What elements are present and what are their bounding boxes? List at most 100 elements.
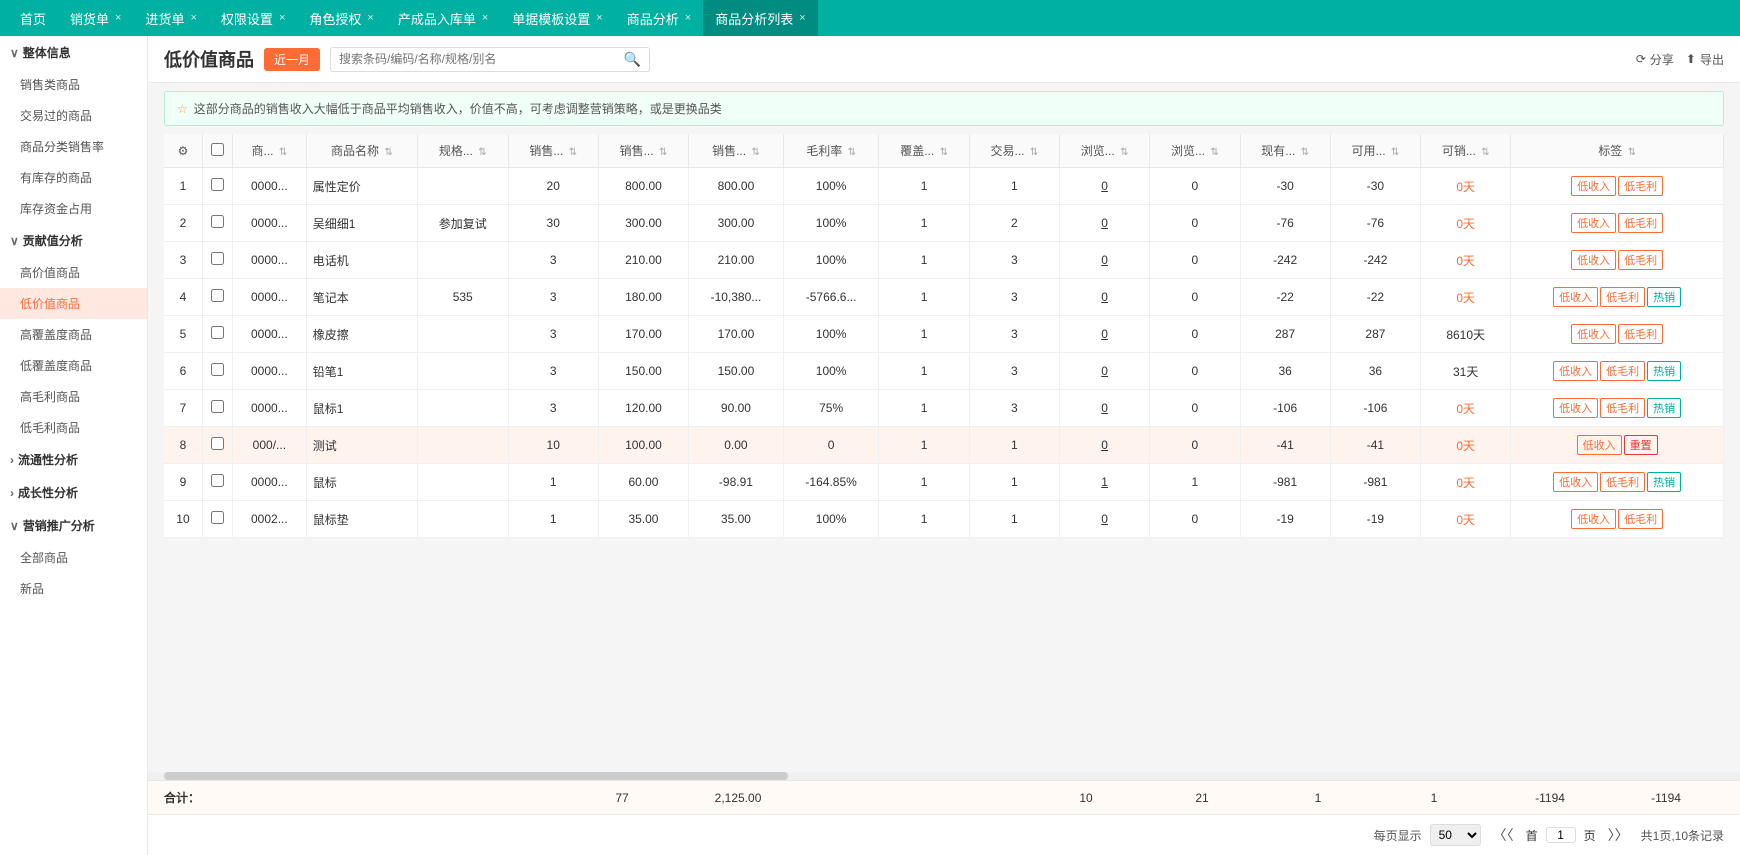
row-view1[interactable]: 0 [1059,168,1149,205]
nav-product-analysis-close[interactable]: × [685,12,691,24]
row-checkbox-cell[interactable] [202,316,232,353]
nav-role-auth[interactable]: 角色授权 × [297,0,385,36]
row-checkbox-cell[interactable] [202,242,232,279]
first-page-button[interactable]: 〈〈 [1489,823,1518,847]
row-checkbox-cell[interactable] [202,353,232,390]
row-checkbox[interactable] [211,511,224,524]
row-checkbox-cell[interactable] [202,501,232,538]
col-sellable[interactable]: 可销... ⇅ [1421,134,1511,168]
nav-purchase-order[interactable]: 进货单 × [133,0,208,36]
sidebar-item-sales-products[interactable]: 销售类商品 [0,69,147,100]
sidebar-group-overall[interactable]: ∨ 整体信息 [0,36,147,69]
view-count-link[interactable]: 0 [1101,438,1108,452]
horizontal-scrollbar[interactable] [148,772,1740,780]
sidebar-item-high-coverage[interactable]: 高覆盖度商品 [0,319,147,350]
col-sale-amount[interactable]: 销售... ⇅ [598,134,688,168]
sidebar-group-marketing[interactable]: ∨ 营销推广分析 [0,509,147,542]
view-count-link[interactable]: 0 [1101,179,1108,193]
search-icon[interactable]: 🔍 [624,51,641,68]
col-sale-qty[interactable]: 销售... ⇅ [508,134,598,168]
sidebar-item-high-value[interactable]: 高价值商品 [0,257,147,288]
row-checkbox[interactable] [211,289,224,302]
nav-home[interactable]: 首页 [8,0,58,36]
nav-product-analysis-list-close[interactable]: × [799,12,805,24]
nav-purchase-order-close[interactable]: × [190,12,196,24]
row-checkbox-cell[interactable] [202,427,232,464]
export-button[interactable]: ⬆ 导出 [1686,51,1724,68]
nav-permissions[interactable]: 权限设置 × [209,0,297,36]
nav-product-analysis-list[interactable]: 商品分析列表 × [703,0,817,36]
page-number-input[interactable] [1546,827,1576,843]
row-view1[interactable]: 0 [1059,205,1149,242]
row-checkbox[interactable] [211,215,224,228]
share-button[interactable]: ⟳ 分享 [1636,51,1674,68]
row-view1[interactable]: 0 [1059,242,1149,279]
nav-product-inbound-close[interactable]: × [482,12,488,24]
view-count-link[interactable]: 0 [1101,216,1108,230]
row-view1[interactable]: 0 [1059,427,1149,464]
row-view1[interactable]: 0 [1059,501,1149,538]
col-spec[interactable]: 规格... ⇅ [417,134,508,168]
sidebar-item-all-products[interactable]: 全部商品 [0,542,147,573]
col-checkbox[interactable] [202,134,232,168]
sidebar-group-flow[interactable]: › 流通性分析 [0,443,147,476]
sidebar-item-low-value[interactable]: 低价值商品 [0,288,147,319]
row-checkbox[interactable] [211,363,224,376]
nav-product-analysis[interactable]: 商品分析 × [615,0,703,36]
sidebar-item-low-margin[interactable]: 低毛利商品 [0,412,147,443]
col-view1[interactable]: 浏览... ⇅ [1059,134,1149,168]
col-view2[interactable]: 浏览... ⇅ [1150,134,1240,168]
row-checkbox[interactable] [211,252,224,265]
sidebar-item-low-coverage[interactable]: 低覆盖度商品 [0,350,147,381]
col-available[interactable]: 可用... ⇅ [1330,134,1420,168]
sidebar-item-category-sales-rate[interactable]: 商品分类销售率 [0,131,147,162]
row-checkbox[interactable] [211,400,224,413]
row-checkbox-cell[interactable] [202,168,232,205]
view-count-link[interactable]: 0 [1101,401,1108,415]
view-count-link[interactable]: 0 [1101,364,1108,378]
sidebar-item-new-products[interactable]: 新品 [0,573,147,604]
col-coverage[interactable]: 覆盖... ⇅ [879,134,969,168]
col-trade[interactable]: 交易... ⇅ [969,134,1059,168]
col-name[interactable]: 商品名称 ⇅ [306,134,417,168]
row-checkbox-cell[interactable] [202,205,232,242]
row-checkbox[interactable] [211,474,224,487]
sidebar-item-inventory-capital[interactable]: 库存资金占用 [0,193,147,224]
col-tags[interactable]: 标签 ⇅ [1511,134,1724,168]
col-gross-margin[interactable]: 毛利率 ⇅ [783,134,879,168]
sidebar-group-contribution[interactable]: ∨ 贡献值分析 [0,224,147,257]
col-settings[interactable]: ⚙ [164,134,202,168]
filter-recent-month-button[interactable]: 近一月 [264,48,320,71]
row-view1[interactable]: 0 [1059,353,1149,390]
nav-sales-order[interactable]: 销货单 × [58,0,133,36]
row-view1[interactable]: 0 [1059,390,1149,427]
page-size-select[interactable]: 50 100 200 [1430,824,1481,846]
view-count-link[interactable]: 0 [1101,327,1108,341]
view-count-link[interactable]: 0 [1101,512,1108,526]
nav-template-settings[interactable]: 单据模板设置 × [500,0,614,36]
select-all-checkbox[interactable] [211,143,224,156]
last-page-button[interactable]: 〉〉 [1604,823,1633,847]
nav-permissions-close[interactable]: × [279,12,285,24]
nav-template-settings-close[interactable]: × [596,12,602,24]
row-checkbox-cell[interactable] [202,279,232,316]
view-count-link[interactable]: 0 [1101,253,1108,267]
row-checkbox-cell[interactable] [202,464,232,501]
sidebar-item-high-margin[interactable]: 高毛利商品 [0,381,147,412]
row-checkbox[interactable] [211,178,224,191]
sidebar-item-traded-products[interactable]: 交易过的商品 [0,100,147,131]
sidebar-group-growth[interactable]: › 成长性分析 [0,476,147,509]
row-view1[interactable]: 1 [1059,464,1149,501]
row-checkbox[interactable] [211,326,224,339]
row-view1[interactable]: 0 [1059,279,1149,316]
view-count-link[interactable]: 0 [1101,290,1108,304]
col-sale-profit[interactable]: 销售... ⇅ [689,134,784,168]
search-input[interactable] [339,52,624,66]
scrollbar-thumb[interactable] [164,772,788,780]
nav-role-auth-close[interactable]: × [367,12,373,24]
row-checkbox-cell[interactable] [202,390,232,427]
col-code[interactable]: 商... ⇅ [232,134,306,168]
view-count-link[interactable]: 1 [1101,475,1108,489]
nav-product-inbound[interactable]: 产成品入库单 × [386,0,500,36]
sidebar-item-stocked-products[interactable]: 有库存的商品 [0,162,147,193]
